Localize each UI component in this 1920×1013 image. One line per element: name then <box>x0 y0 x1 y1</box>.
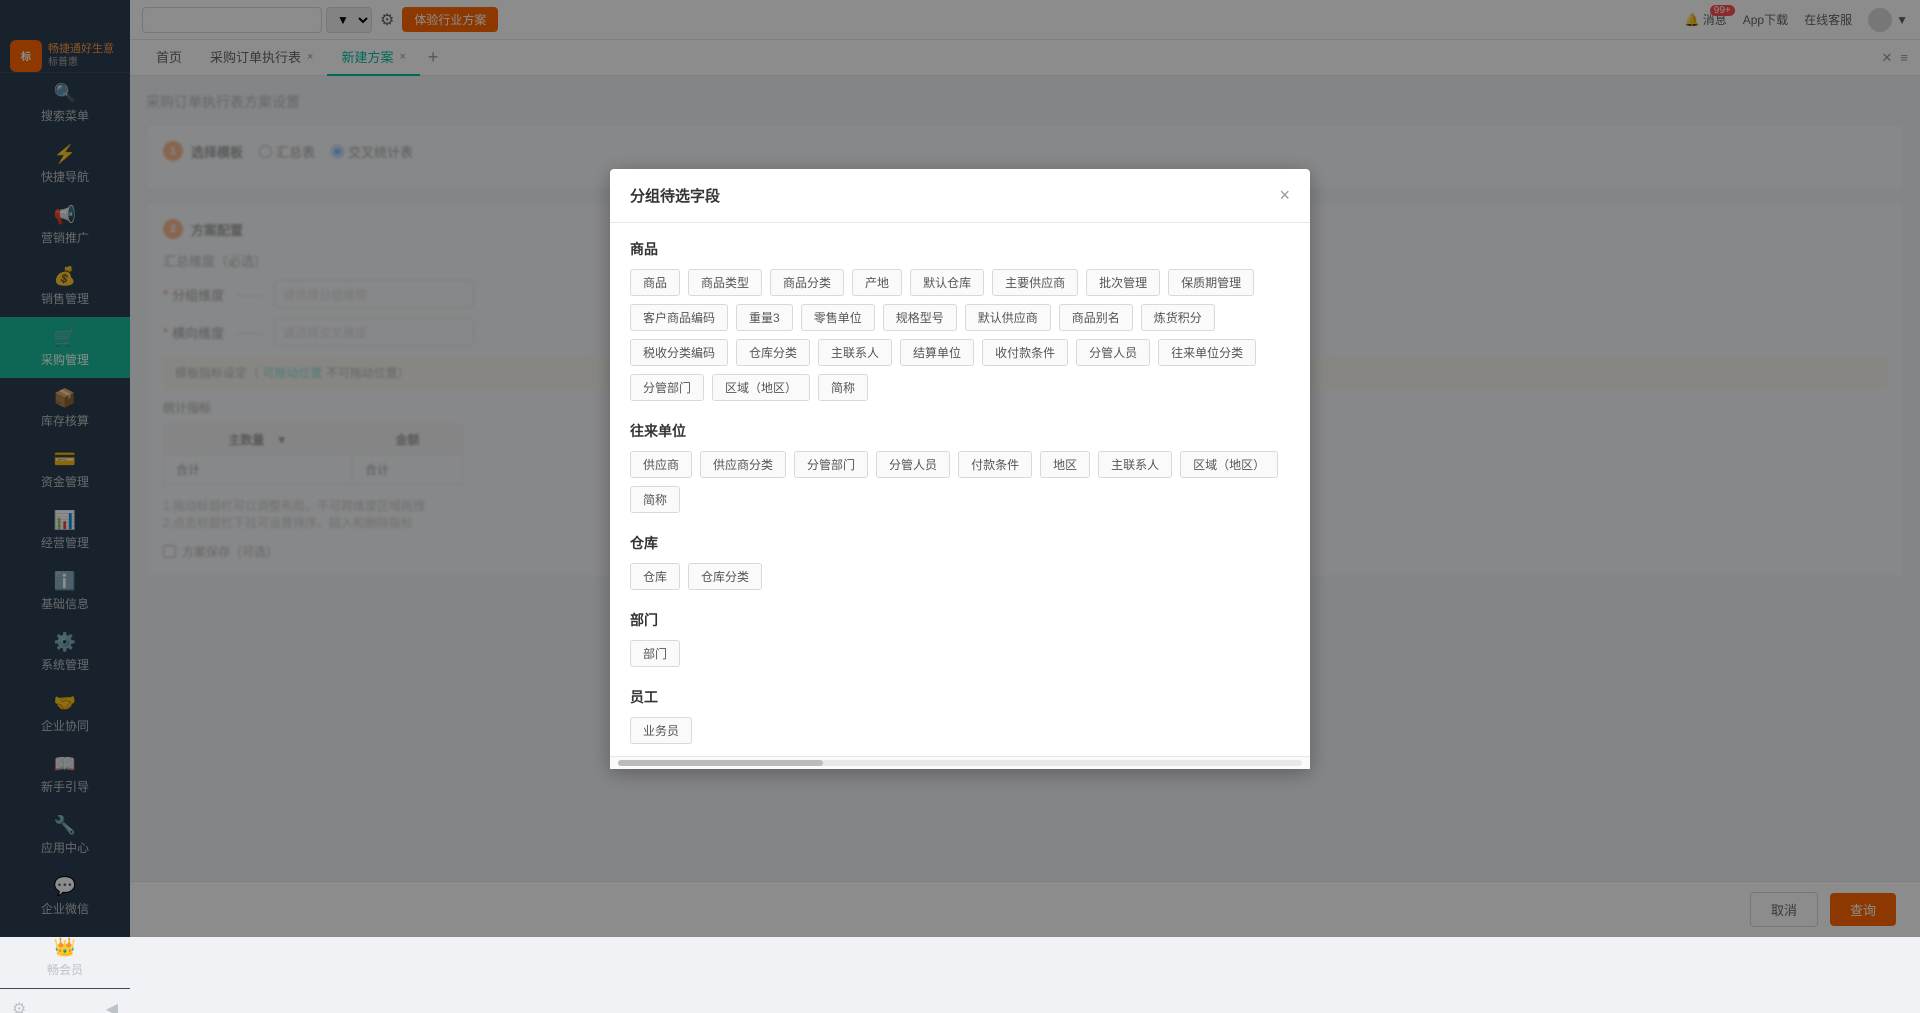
field-tag[interactable]: 商品 <box>630 269 680 296</box>
field-group-employee-title: 员工 <box>630 687 1290 707</box>
field-tag[interactable]: 付款条件 <box>958 451 1032 478</box>
field-tag[interactable]: 商品分类 <box>770 269 844 296</box>
modal-scrollbar-area <box>610 756 1310 769</box>
field-tag[interactable]: 规格型号 <box>883 304 957 331</box>
field-tag[interactable]: 商品类型 <box>688 269 762 296</box>
field-tags-warehouse: 仓库 仓库分类 <box>630 563 1290 590</box>
field-tag[interactable]: 批次管理 <box>1086 269 1160 296</box>
field-tag[interactable]: 重量3 <box>736 304 793 331</box>
field-tag[interactable]: 仓库 <box>630 563 680 590</box>
field-group-employee: 员工 业务员 <box>630 687 1290 744</box>
field-tags-product: 商品 商品类型 商品分类 产地 默认仓库 主要供应商 批次管理 保质期管理 客户… <box>630 269 1290 401</box>
field-tag[interactable]: 部门 <box>630 640 680 667</box>
field-tags-partner: 供应商 供应商分类 分管部门 分管人员 付款条件 地区 主联系人 区域（地区） … <box>630 451 1290 513</box>
field-tag[interactable]: 供应商分类 <box>700 451 786 478</box>
field-tag[interactable]: 地区 <box>1040 451 1090 478</box>
field-tag[interactable]: 收付款条件 <box>982 339 1068 366</box>
field-group-partner: 往来单位 供应商 供应商分类 分管部门 分管人员 付款条件 地区 主联系人 区域… <box>630 421 1290 513</box>
field-tag[interactable]: 默认供应商 <box>965 304 1051 331</box>
field-tag[interactable]: 简称 <box>630 486 680 513</box>
field-tag[interactable]: 主要供应商 <box>992 269 1078 296</box>
modal-close-button[interactable]: × <box>1279 185 1290 206</box>
field-tag[interactable]: 主联系人 <box>1098 451 1172 478</box>
field-tag[interactable]: 简称 <box>818 374 868 401</box>
field-tag[interactable]: 分管人员 <box>1076 339 1150 366</box>
field-tag[interactable]: 客户商品编码 <box>630 304 728 331</box>
field-tag[interactable]: 业务员 <box>630 717 692 744</box>
modal-field-selector: 分组待选字段 × 商品 商品 商品类型 商品分类 产地 默认仓库 主要供应商 批… <box>610 169 1310 769</box>
field-tag[interactable]: 产地 <box>852 269 902 296</box>
field-group-product-title: 商品 <box>630 239 1290 259</box>
modal-title: 分组待选字段 <box>630 185 720 206</box>
field-tag[interactable]: 炼货积分 <box>1141 304 1215 331</box>
field-tag[interactable]: 默认仓库 <box>910 269 984 296</box>
modal-body: 商品 商品 商品类型 商品分类 产地 默认仓库 主要供应商 批次管理 保质期管理… <box>610 223 1310 756</box>
modal-header: 分组待选字段 × <box>610 169 1310 223</box>
field-tag[interactable]: 往来单位分类 <box>1158 339 1256 366</box>
field-tag[interactable]: 主联系人 <box>818 339 892 366</box>
field-tags-employee: 业务员 <box>630 717 1290 744</box>
field-tag[interactable]: 分管部门 <box>794 451 868 478</box>
field-tag[interactable]: 供应商 <box>630 451 692 478</box>
field-tag[interactable]: 商品别名 <box>1059 304 1133 331</box>
field-tag[interactable]: 保质期管理 <box>1168 269 1254 296</box>
field-group-product: 商品 商品 商品类型 商品分类 产地 默认仓库 主要供应商 批次管理 保质期管理… <box>630 239 1290 401</box>
field-group-warehouse: 仓库 仓库 仓库分类 <box>630 533 1290 590</box>
modal-overlay: 分组待选字段 × 商品 商品 商品类型 商品分类 产地 默认仓库 主要供应商 批… <box>0 0 1920 937</box>
field-tag[interactable]: 仓库分类 <box>736 339 810 366</box>
field-tag[interactable]: 税收分类编码 <box>630 339 728 366</box>
field-tag[interactable]: 分管人员 <box>876 451 950 478</box>
field-group-dept-title: 部门 <box>630 610 1290 630</box>
field-tags-dept: 部门 <box>630 640 1290 667</box>
field-tag[interactable]: 仓库分类 <box>688 563 762 590</box>
field-tag[interactable]: 结算单位 <box>900 339 974 366</box>
field-group-dept: 部门 部门 <box>630 610 1290 667</box>
field-group-partner-title: 往来单位 <box>630 421 1290 441</box>
field-tag[interactable]: 区域（地区） <box>712 374 810 401</box>
field-tag[interactable]: 零售单位 <box>801 304 875 331</box>
field-tag[interactable]: 区域（地区） <box>1180 451 1278 478</box>
field-group-warehouse-title: 仓库 <box>630 533 1290 553</box>
field-tag[interactable]: 分管部门 <box>630 374 704 401</box>
